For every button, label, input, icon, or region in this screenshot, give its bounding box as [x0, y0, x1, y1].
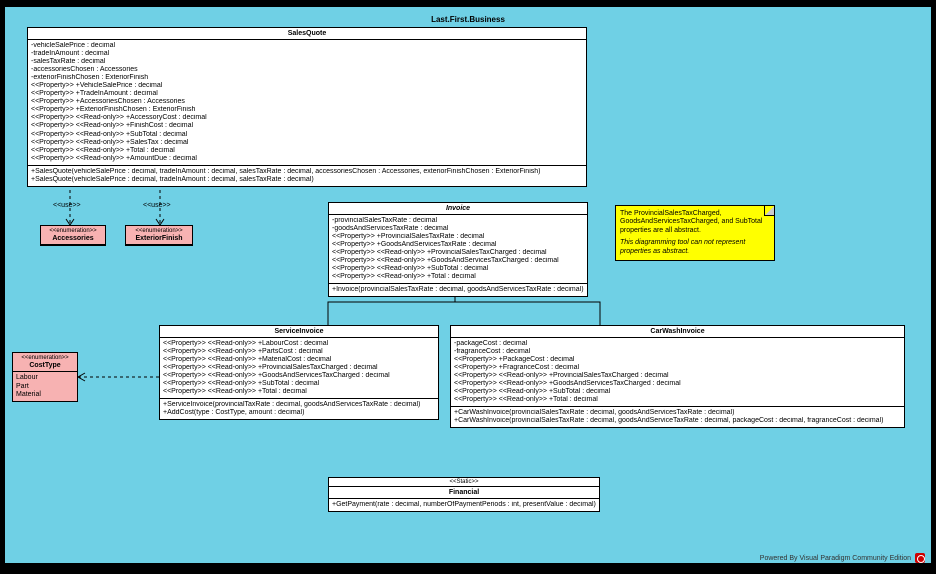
member-line: <<Property>> <<Read-only>> +GoodsAndServ… — [332, 257, 584, 265]
ops: +SalesQuote(vehicleSalePrice : decimal, … — [28, 166, 586, 186]
member-line: Part — [16, 383, 74, 391]
enum-costtype[interactable]: <<enumeration>> CostType LabourPartMater… — [12, 352, 78, 402]
ops: +CarWashInvoice(provincialSalesTaxRate :… — [451, 407, 904, 427]
member-line: +SalesQuote(vehicleSalePrice : decimal, … — [31, 176, 583, 184]
member-line: <<Property>> <<Read-only>> +ProvincialSa… — [163, 364, 435, 372]
member-line: <<Property>> +GoodsAndServicesTaxRate : … — [332, 241, 584, 249]
member-line: -exteriorFinishChosen : ExteriorFinish — [31, 74, 583, 82]
member-line: <<Property>> <<Read-only>> +FinishCost :… — [31, 122, 583, 130]
member-line: <<Property>> +ExteriorFinishChosen : Ext… — [31, 106, 583, 114]
static-stereo: <<Static>> — [329, 478, 599, 486]
member-line: -salesTaxRate : decimal — [31, 58, 583, 66]
class-title: SalesQuote — [28, 28, 586, 40]
member-line: <<Property>> +TradeInAmount : decimal — [31, 90, 583, 98]
vp-logo-icon — [915, 553, 925, 563]
enum-header: <<enumeration>> Accessories — [41, 226, 105, 245]
member-line: <<Property>> <<Read-only>> +ProvincialSa… — [332, 249, 584, 257]
abstract-note: The ProvincialSalesTaxCharged, GoodsAndS… — [615, 205, 775, 261]
attrs: -vehicleSalePrice : decimal-tradeInAmoun… — [28, 40, 586, 166]
class-title: CarWashInvoice — [451, 326, 904, 338]
member-line: +ServiceInvoice(provincialTaxRate : deci… — [163, 401, 435, 409]
class-serviceinvoice[interactable]: ServiceInvoice <<Property>> <<Read-only>… — [159, 325, 439, 420]
member-line: <<Property>> <<Read-only>> +AccessoryCos… — [31, 114, 583, 122]
class-financial[interactable]: <<Static>> Financial +GetPayment(rate : … — [328, 477, 600, 512]
member-line: <<Property>> <<Read-only>> +LabourCost :… — [163, 340, 435, 348]
member-line: <<Property>> +VehicleSalePrice : decimal — [31, 82, 583, 90]
member-line: Labour — [16, 374, 74, 382]
attrs: <<Property>> <<Read-only>> +LabourCost :… — [160, 338, 438, 399]
use-label: <<use>> — [143, 202, 171, 209]
ops: +Invoice(provincialSalesTaxRate : decima… — [329, 284, 587, 296]
member-line: -tradeInAmount : decimal — [31, 50, 583, 58]
member-line: -vehicleSalePrice : decimal — [31, 42, 583, 50]
class-salesquote[interactable]: SalesQuote -vehicleSalePrice : decimal-t… — [27, 27, 587, 187]
ops: +ServiceInvoice(provincialTaxRate : deci… — [160, 399, 438, 419]
enum-header: <<enumeration>> CostType — [13, 353, 77, 372]
member-line: <<Property>> +FragranceCost : decimal — [454, 364, 901, 372]
member-line: <<Property>> <<Read-only>> +Total : deci… — [31, 147, 583, 155]
member-line: -provincialSalesTaxRate : decimal — [332, 217, 584, 225]
member-line: <<Property>> <<Read-only>> +Total : deci… — [163, 388, 435, 396]
class-invoice[interactable]: Invoice -provincialSalesTaxRate : decima… — [328, 202, 588, 297]
member-line: +Invoice(provincialSalesTaxRate : decima… — [332, 286, 584, 294]
enum-values: LabourPartMaterial — [13, 372, 77, 401]
member-line: <<Property>> <<Read-only>> +PartsCost : … — [163, 348, 435, 356]
enum-header: <<enumeration>> ExteriorFinish — [126, 226, 192, 245]
member-line: <<Property>> +AccessoriesChosen : Access… — [31, 98, 583, 106]
member-line: <<Property>> <<Read-only>> +SalesTax : d… — [31, 139, 583, 147]
class-title: Invoice — [329, 203, 587, 215]
member-line: -packageCost : decimal — [454, 340, 901, 348]
member-line: <<Property>> <<Read-only>> +GoodsAndServ… — [454, 380, 901, 388]
member-line: +GetPayment(rate : decimal, numberOfPaym… — [332, 501, 596, 509]
member-line: <<Property>> <<Read-only>> +SubTotal : d… — [31, 131, 583, 139]
footer-text: Powered By Visual Paradigm Community Edi… — [760, 555, 911, 562]
member-line: -accessoriesChosen : Accessories — [31, 66, 583, 74]
member-line: <<Property>> <<Read-only>> +GoodsAndServ… — [163, 372, 435, 380]
attrs: -provincialSalesTaxRate : decimal-goodsA… — [329, 215, 587, 284]
member-line: +CarWashInvoice(provincialSalesTaxRate :… — [454, 417, 901, 425]
member-line: +CarWashInvoice(provincialSalesTaxRate :… — [454, 409, 901, 417]
member-line: <<Property>> <<Read-only>> +SubTotal : d… — [454, 388, 901, 396]
member-line: -goodsAndServicesTaxRate : decimal — [332, 225, 584, 233]
member-line: <<Property>> <<Read-only>> +SubTotal : d… — [332, 265, 584, 273]
member-line: Material — [16, 391, 74, 399]
class-carwashinvoice[interactable]: CarWashInvoice -packageCost : decimal-fr… — [450, 325, 905, 428]
note-line: This diagramming tool can not represent … — [620, 239, 770, 256]
member-line: +AddCost(type : CostType, amount : decim… — [163, 409, 435, 417]
member-line: <<Property>> <<Read-only>> +Total : deci… — [454, 396, 901, 404]
class-title: ServiceInvoice — [160, 326, 438, 338]
member-line: <<Property>> +ProvincialSalesTaxRate : d… — [332, 233, 584, 241]
note-line: The ProvincialSalesTaxCharged, GoodsAndS… — [620, 210, 770, 235]
member-line: <<Property>> <<Read-only>> +SubTotal : d… — [163, 380, 435, 388]
member-line: +SalesQuote(vehicleSalePrice : decimal, … — [31, 168, 583, 176]
member-line: -fragranceCost : decimal — [454, 348, 901, 356]
ops: +GetPayment(rate : decimal, numberOfPaym… — [329, 499, 599, 511]
enum-accessories[interactable]: <<enumeration>> Accessories — [40, 225, 106, 246]
member-line: <<Property>> <<Read-only>> +MaterialCost… — [163, 356, 435, 364]
attrs: -packageCost : decimal-fragranceCost : d… — [451, 338, 904, 407]
member-line: <<Property>> +PackageCost : decimal — [454, 356, 901, 364]
note-fold-icon — [764, 206, 774, 216]
member-line: <<Property>> <<Read-only>> +Total : deci… — [332, 273, 584, 281]
footer: Powered By Visual Paradigm Community Edi… — [760, 553, 925, 563]
use-label: <<use>> — [53, 202, 81, 209]
class-title: Financial — [329, 486, 599, 499]
diagram-canvas: Last.First.Business <<use>> <<use>> Sale… — [4, 6, 932, 564]
member-line: <<Property>> <<Read-only>> +ProvincialSa… — [454, 372, 901, 380]
enum-exteriorfinish[interactable]: <<enumeration>> ExteriorFinish — [125, 225, 193, 246]
package-title: Last.First.Business — [431, 15, 505, 24]
member-line: <<Property>> <<Read-only>> +AmountDue : … — [31, 155, 583, 163]
